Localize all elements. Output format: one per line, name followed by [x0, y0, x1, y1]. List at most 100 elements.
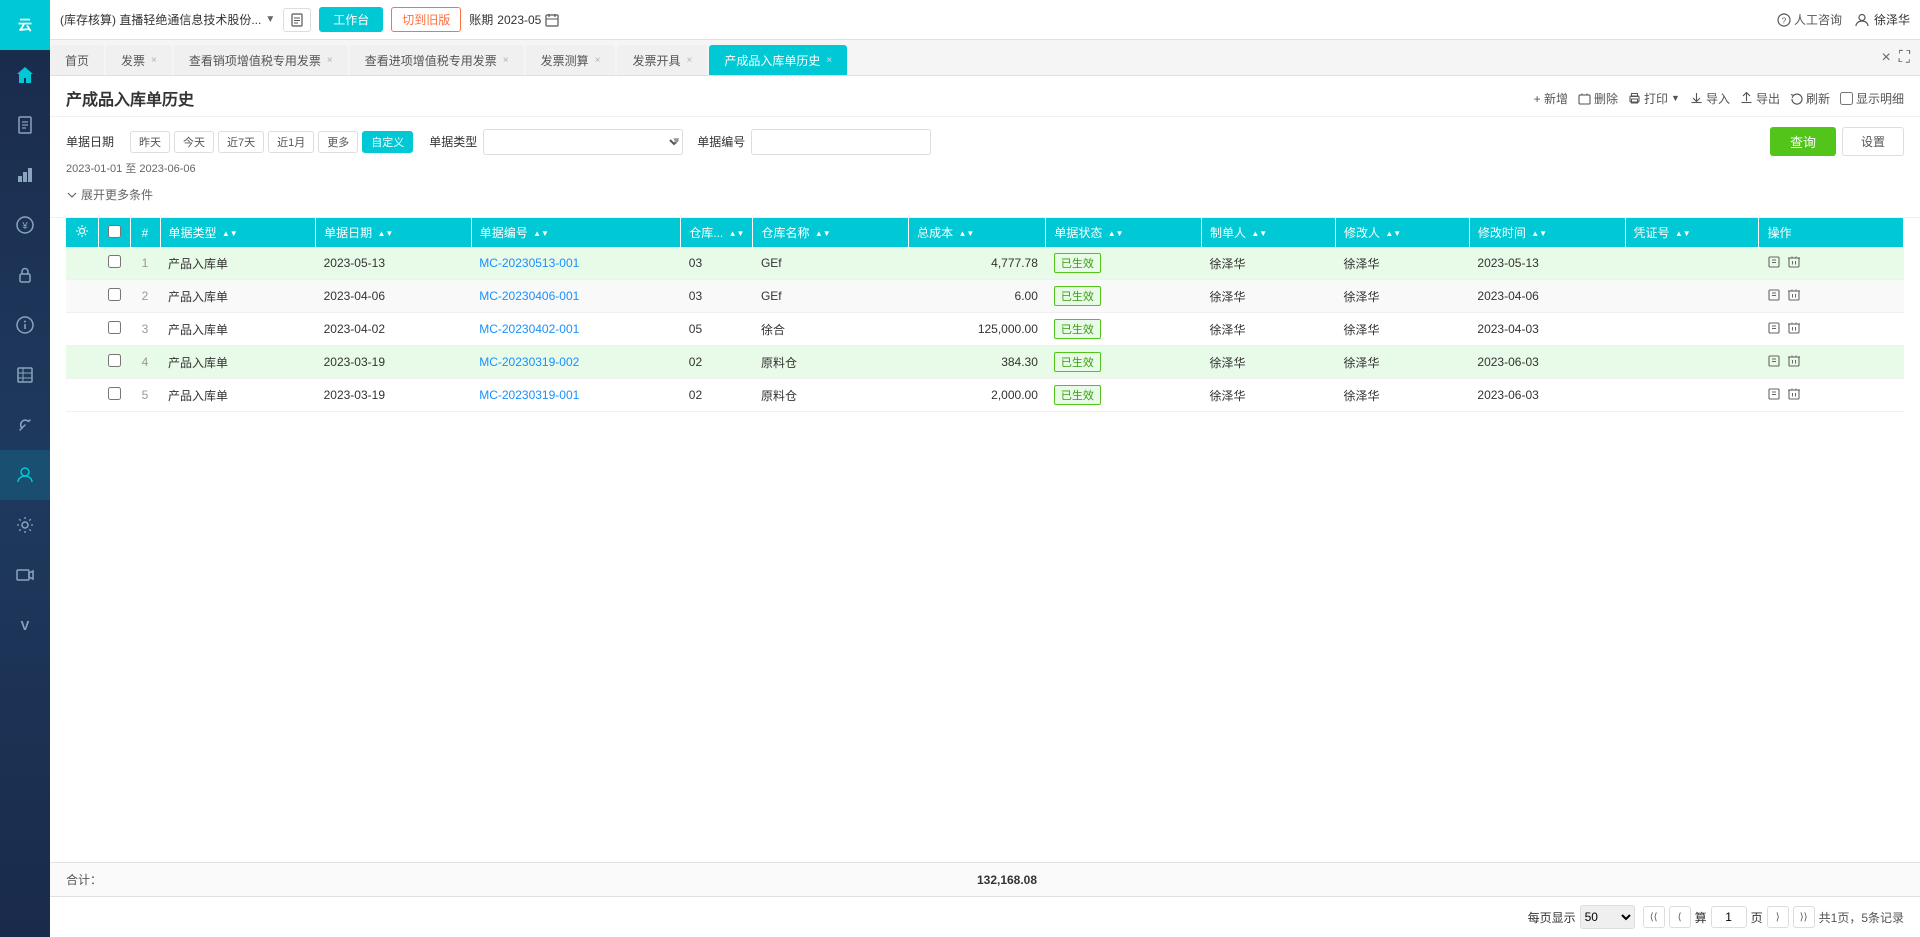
col-number-header[interactable]: 单据编号 ▲▼ — [471, 218, 681, 247]
col-voucher-sort[interactable]: ▲▼ — [1675, 230, 1691, 238]
query-button[interactable]: 查询 — [1770, 127, 1836, 156]
row-checkbox-0[interactable] — [98, 247, 130, 280]
col-cost-header[interactable]: 总成本 ▲▼ — [909, 218, 1046, 247]
col-modifier-sort[interactable]: ▲▼ — [1385, 230, 1401, 238]
row-number-4[interactable]: MC-20230319-001 — [471, 379, 681, 412]
prev-page-btn[interactable]: ⟨ — [1669, 906, 1691, 928]
tab-calc-close[interactable]: × — [595, 55, 601, 66]
col-wname-sort[interactable]: ▲▼ — [815, 230, 831, 238]
sidebar-item-home[interactable] — [0, 50, 50, 100]
page-number-input[interactable] — [1711, 906, 1747, 928]
new-button[interactable]: + 新增 — [1534, 90, 1568, 107]
col-type-sort[interactable]: ▲▼ — [222, 230, 238, 238]
sidebar-item-video[interactable] — [0, 550, 50, 600]
date-custom[interactable]: 自定义 — [362, 131, 413, 153]
row-checkbox-2[interactable] — [98, 313, 130, 346]
display-col-toggle[interactable]: 显示明细 — [1840, 90, 1904, 107]
sidebar-item-form[interactable] — [0, 350, 50, 400]
tab-home[interactable]: 首页 — [50, 45, 104, 75]
col-wname-header[interactable]: 仓库名称 ▲▼ — [753, 218, 909, 247]
date-more[interactable]: 更多 — [318, 131, 358, 153]
expand-more-btn[interactable]: 展开更多条件 — [66, 182, 1904, 207]
sidebar-item-person[interactable] — [0, 450, 50, 500]
doc-button[interactable] — [283, 8, 311, 32]
row-edit-icon-4[interactable] — [1767, 387, 1781, 404]
tab-invoice[interactable]: 发票 × — [106, 45, 172, 75]
row-delete-icon-0[interactable] — [1787, 255, 1801, 272]
col-date-sort[interactable]: ▲▼ — [377, 230, 393, 238]
display-col-checkbox[interactable] — [1840, 92, 1853, 105]
refresh-button[interactable]: 刷新 — [1790, 90, 1830, 107]
tab-check-sales[interactable]: 查看销项增值税专用发票 × — [174, 45, 348, 75]
col-modifier-header[interactable]: 修改人 ▲▼ — [1335, 218, 1469, 247]
import-button[interactable]: 导入 — [1690, 90, 1730, 107]
col-creator-sort[interactable]: ▲▼ — [1251, 230, 1267, 238]
col-settings[interactable] — [66, 218, 98, 247]
help-button[interactable]: ? 人工咨询 — [1777, 11, 1842, 28]
date-yesterday[interactable]: 昨天 — [130, 131, 170, 153]
export-button[interactable]: 导出 — [1740, 90, 1780, 107]
row-delete-icon-3[interactable] — [1787, 354, 1801, 371]
last-page-btn[interactable]: ⟩⟩ — [1793, 906, 1815, 928]
row-edit-icon-0[interactable] — [1767, 255, 1781, 272]
sidebar-item-version[interactable]: V — [0, 600, 50, 650]
close-all-tabs[interactable]: × — [1881, 49, 1890, 67]
tab-invoice-close[interactable]: × — [151, 55, 157, 66]
type-select[interactable] — [483, 129, 683, 155]
tab-check-sales-close[interactable]: × — [327, 55, 333, 66]
tab-history-close[interactable]: × — [826, 55, 832, 66]
tab-check-input-close[interactable]: × — [503, 55, 509, 66]
tab-open-close[interactable]: × — [686, 55, 692, 66]
col-mtime-header[interactable]: 修改时间 ▲▼ — [1469, 218, 1625, 247]
per-page-select[interactable]: 50 100 — [1580, 905, 1635, 929]
row-checkbox-4[interactable] — [98, 379, 130, 412]
col-wcode-sort[interactable]: ▲▼ — [729, 230, 745, 238]
row-delete-icon-2[interactable] — [1787, 321, 1801, 338]
date-1month[interactable]: 近1月 — [268, 131, 314, 153]
col-checkbox-header[interactable] — [98, 218, 130, 247]
next-page-btn[interactable]: ⟩ — [1767, 906, 1789, 928]
company-selector[interactable]: (库存核算) 直播轻绝通信息技术股份... ▼ — [60, 11, 275, 28]
sidebar-item-lock[interactable] — [0, 250, 50, 300]
row-edit-icon-1[interactable] — [1767, 288, 1781, 305]
row-checkbox-3[interactable] — [98, 346, 130, 379]
row-edit-icon-2[interactable] — [1767, 321, 1781, 338]
col-number-sort[interactable]: ▲▼ — [533, 230, 549, 238]
col-status-sort[interactable]: ▲▼ — [1108, 230, 1124, 238]
period-selector[interactable]: 账期 2023-05 — [469, 11, 559, 28]
sidebar-item-chart[interactable] — [0, 150, 50, 200]
tab-history[interactable]: 产成品入库单历史 × — [709, 45, 847, 75]
col-voucher-header[interactable]: 凭证号 ▲▼ — [1625, 218, 1759, 247]
delete-button[interactable]: 删除 — [1578, 90, 1618, 107]
print-button[interactable]: 打印 ▼ — [1628, 90, 1680, 107]
col-cost-sort[interactable]: ▲▼ — [958, 230, 974, 238]
col-wcode-header[interactable]: 仓库... ▲▼ — [681, 218, 753, 247]
switch-period-button[interactable]: 切到旧版 — [391, 7, 461, 32]
tab-check-input[interactable]: 查看进项增值税专用发票 × — [350, 45, 524, 75]
workbench-button[interactable]: 工作台 — [319, 7, 383, 32]
date-7days[interactable]: 近7天 — [218, 131, 264, 153]
row-edit-icon-3[interactable] — [1767, 354, 1781, 371]
col-date-header[interactable]: 单据日期 ▲▼ — [316, 218, 472, 247]
row-number-1[interactable]: MC-20230406-001 — [471, 280, 681, 313]
sidebar-item-finance[interactable]: ¥ — [0, 200, 50, 250]
sidebar-item-settings[interactable] — [0, 500, 50, 550]
set-button[interactable]: 设置 — [1842, 127, 1904, 156]
row-delete-icon-4[interactable] — [1787, 387, 1801, 404]
row-number-3[interactable]: MC-20230319-002 — [471, 346, 681, 379]
row-number-0[interactable]: MC-20230513-001 — [471, 247, 681, 280]
row-number-2[interactable]: MC-20230402-001 — [471, 313, 681, 346]
sidebar-item-doc[interactable] — [0, 100, 50, 150]
user-info[interactable]: 徐泽华 — [1854, 11, 1910, 28]
sidebar-item-tools[interactable] — [0, 400, 50, 450]
expand-tabs[interactable]: ⛶ — [1899, 49, 1910, 67]
tab-open[interactable]: 发票开具 × — [617, 45, 707, 75]
col-status-header[interactable]: 单据状态 ▲▼ — [1046, 218, 1202, 247]
row-delete-icon-1[interactable] — [1787, 288, 1801, 305]
col-type-header[interactable]: 单据类型 ▲▼ — [160, 218, 316, 247]
date-today[interactable]: 今天 — [174, 131, 214, 153]
tab-calc[interactable]: 发票测算 × — [526, 45, 616, 75]
row-checkbox-1[interactable] — [98, 280, 130, 313]
sidebar-item-info[interactable] — [0, 300, 50, 350]
number-input[interactable] — [751, 129, 931, 155]
